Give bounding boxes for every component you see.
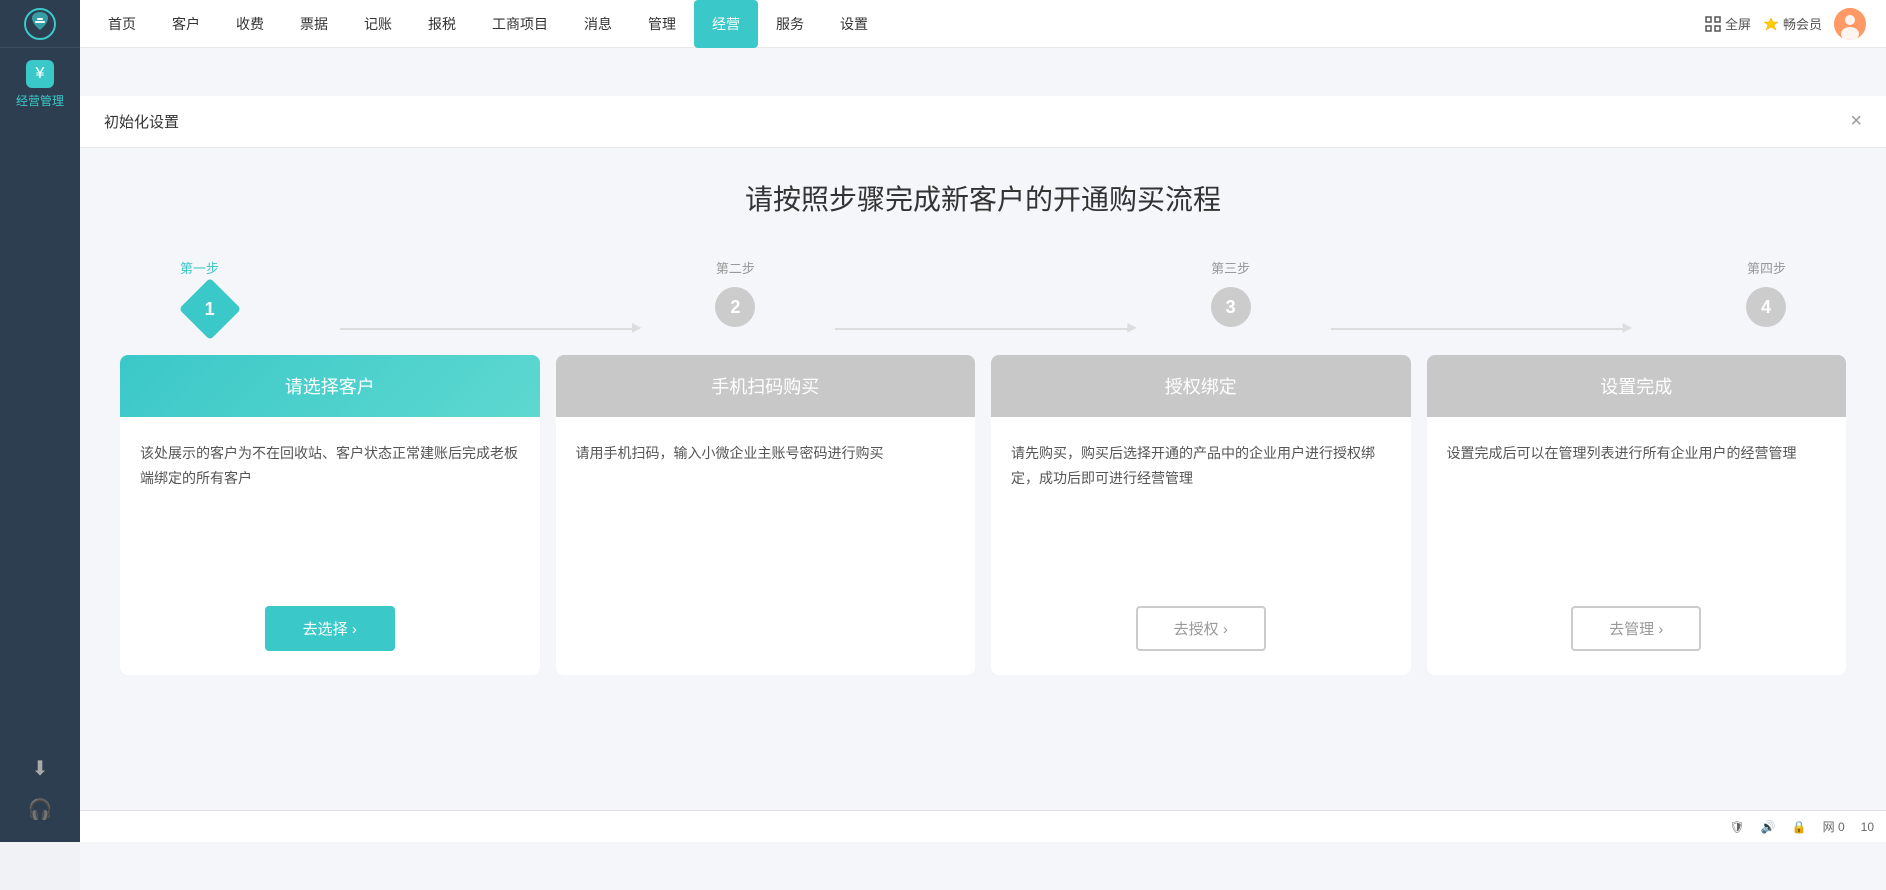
page-title: 初始化设置 xyxy=(104,111,179,132)
card-1-header: 请选择客户 xyxy=(120,355,540,417)
status-bar-right: 🛡 🔊 🔒 网 0 10 xyxy=(1729,818,1874,835)
card-2-footer xyxy=(556,635,976,675)
step-1-label: 第一步 xyxy=(180,258,219,277)
step-card-4: 设置完成 设置完成后可以在管理列表进行所有企业用户的经营管理 去管理 › xyxy=(1427,355,1847,675)
step-card-3: 授权绑定 请先购买，购买后选择开通的产品中的企业用户进行授权绑定，成功后即可进行… xyxy=(991,355,1411,675)
headset-icon[interactable]: 🎧 xyxy=(28,797,53,822)
top-navigation: 首页 客户 收费 票据 记账 报税 工商项目 消息 管理 经营 服务 设置 全屏… xyxy=(0,0,1886,48)
lock-icon: 🔒 xyxy=(1792,820,1807,834)
step-2-circle: 2 xyxy=(715,287,755,327)
step-card-1: 请选择客户 该处展示的客户为不在回收站、客户状态正常建账后完成老板端绑定的所有客… xyxy=(120,355,540,675)
step-2-label: 第二步 xyxy=(716,258,755,277)
sidebar-logo xyxy=(0,0,80,48)
nav-business[interactable]: 工商项目 xyxy=(474,0,566,48)
card-3-footer: 去授权 › xyxy=(991,590,1411,675)
card-4-body: 设置完成后可以在管理列表进行所有企业用户的经营管理 xyxy=(1427,417,1847,590)
steps-indicator: 第一步 1 ▶ 第二步 2 ▶ xyxy=(120,258,1846,331)
sidebar-item-label: 经营管理 xyxy=(16,92,64,109)
content-area: 请按照步骤完成新客户的开通购买流程 第一步 1 ▶ 第二步 2 xyxy=(80,148,1886,862)
page-header: 初始化设置 × xyxy=(80,96,1886,148)
top-nav-right: 全屏 畅会员 xyxy=(1705,8,1886,40)
connector-3-4: ▶ xyxy=(1331,328,1626,330)
step-3-label: 第三步 xyxy=(1211,258,1250,277)
fullscreen-button[interactable]: 全屏 xyxy=(1705,14,1751,33)
go-authorize-button[interactable]: 去授权 › xyxy=(1136,606,1266,651)
nav-homepage[interactable]: 首页 xyxy=(90,0,154,48)
time-display: 10 xyxy=(1861,820,1874,834)
volume-icon: 🔊 xyxy=(1761,820,1776,834)
go-manage-button[interactable]: 去管理 › xyxy=(1571,606,1701,651)
connector-2-3: ▶ xyxy=(835,328,1130,330)
card-1-body: 该处展示的客户为不在回收站、客户状态正常建账后完成老板端绑定的所有客户 xyxy=(120,417,540,590)
vip-button[interactable]: 畅会员 xyxy=(1763,14,1822,33)
nav-tax[interactable]: 报税 xyxy=(410,0,474,48)
step-2-wrapper: 第二步 2 xyxy=(635,258,835,327)
nav-operation[interactable]: 经营 xyxy=(694,0,758,48)
sidebar-item-jingying[interactable]: ¥ 经营管理 xyxy=(0,48,80,121)
sidebar-bottom: ⬇ 🎧 xyxy=(28,756,53,822)
nav-invoice[interactable]: 票据 xyxy=(282,0,346,48)
network-status: 网 0 xyxy=(1823,818,1845,835)
nav-settings[interactable]: 设置 xyxy=(822,0,886,48)
avatar[interactable] xyxy=(1834,8,1866,40)
nav-service[interactable]: 服务 xyxy=(758,0,822,48)
step-4-label: 第四步 xyxy=(1747,258,1786,277)
card-1-footer: 去选择 › xyxy=(120,590,540,675)
cards-row: 请选择客户 该处展示的客户为不在回收站、客户状态正常建账后完成老板端绑定的所有客… xyxy=(120,355,1846,675)
step-4-wrapper: 第四步 4 xyxy=(1626,258,1846,327)
step-4-circle: 4 xyxy=(1746,287,1786,327)
card-2-header: 手机扫码购买 xyxy=(556,355,976,417)
sidebar: ¥ 经营管理 ⬇ 🎧 xyxy=(0,0,80,842)
nav-payment[interactable]: 收费 xyxy=(218,0,282,48)
card-4-footer: 去管理 › xyxy=(1427,590,1847,675)
main-wrapper: 初始化设置 × 请按照步骤完成新客户的开通购买流程 第一步 1 ▶ 第二步 xyxy=(80,48,1886,890)
close-button[interactable]: × xyxy=(1850,110,1862,133)
go-select-button[interactable]: 去选择 › xyxy=(265,606,395,651)
step-3-circle: 3 xyxy=(1211,287,1251,327)
flow-title: 请按照步骤完成新客户的开通购买流程 xyxy=(120,178,1846,218)
step-1-diamond: 1 xyxy=(179,278,241,340)
card-3-header: 授权绑定 xyxy=(991,355,1411,417)
nav-message[interactable]: 消息 xyxy=(566,0,630,48)
shield-icon: 🛡 xyxy=(1729,820,1744,834)
download-icon[interactable]: ⬇ xyxy=(32,756,49,781)
status-bar: ▶ 完成 🛡 🔊 🔒 网 0 10 xyxy=(0,810,1886,842)
nav-management[interactable]: 管理 xyxy=(630,0,694,48)
nav-bookkeeping[interactable]: 记账 xyxy=(346,0,410,48)
connector-1-2: ▶ xyxy=(340,328,635,330)
nav-customer[interactable]: 客户 xyxy=(154,0,218,48)
card-4-header: 设置完成 xyxy=(1427,355,1847,417)
step-1-wrapper: 第一步 1 xyxy=(120,258,340,331)
card-2-body: 请用手机扫码，输入小微企业主账号密码进行购买 xyxy=(556,417,976,635)
step-card-2: 手机扫码购买 请用手机扫码，输入小微企业主账号密码进行购买 xyxy=(556,355,976,675)
jingying-icon: ¥ xyxy=(26,60,54,88)
card-3-body: 请先购买，购买后选择开通的产品中的企业用户进行授权绑定，成功后即可进行经营管理 xyxy=(991,417,1411,590)
step-3-wrapper: 第三步 3 xyxy=(1131,258,1331,327)
